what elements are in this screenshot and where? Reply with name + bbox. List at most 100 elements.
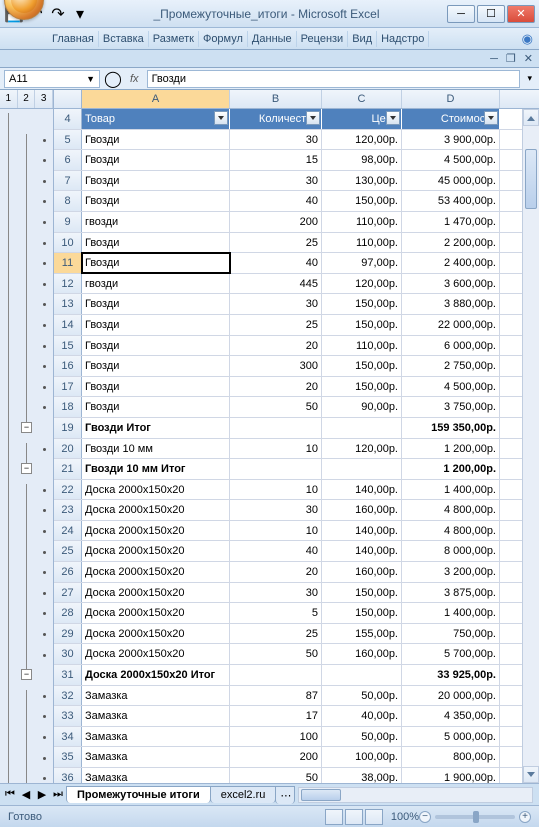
cell[interactable]: Гвозди — [82, 150, 230, 170]
outline-collapse-button[interactable]: − — [21, 669, 32, 680]
cell[interactable]: Гвозди — [82, 191, 230, 211]
cell[interactable]: 159 350,00р. — [402, 418, 500, 438]
cell[interactable]: 25 — [230, 233, 322, 253]
horizontal-scrollbar[interactable] — [298, 787, 533, 803]
tab-formulas[interactable]: Формул — [199, 31, 248, 47]
cell[interactable]: 87 — [230, 686, 322, 706]
row-header[interactable]: 15 — [54, 336, 82, 356]
view-normal-button[interactable] — [325, 809, 343, 825]
cell[interactable]: Гвозди — [82, 233, 230, 253]
row-header[interactable]: 32 — [54, 686, 82, 706]
cell[interactable]: 150,00р. — [322, 603, 402, 623]
select-all-corner[interactable] — [54, 90, 82, 108]
row-header[interactable]: 4 — [54, 109, 82, 129]
vertical-scrollbar[interactable] — [522, 109, 539, 783]
cell[interactable]: 90,00р. — [322, 397, 402, 417]
row-header[interactable]: 29 — [54, 624, 82, 644]
cell[interactable]: Доска 2000х150х20 — [82, 500, 230, 520]
cell[interactable] — [322, 665, 402, 685]
cell[interactable]: 97,00р. — [322, 253, 402, 273]
col-header-d[interactable]: D — [402, 90, 500, 108]
cell[interactable] — [230, 665, 322, 685]
cell[interactable]: 38,00р. — [322, 768, 402, 783]
cell[interactable]: 98,00р. — [322, 150, 402, 170]
cell[interactable]: 150,00р. — [322, 356, 402, 376]
cell[interactable]: Гвозди — [82, 377, 230, 397]
row-header[interactable]: 5 — [54, 130, 82, 150]
cell[interactable]: 140,00р. — [322, 541, 402, 561]
cell[interactable]: 2 750,00р. — [402, 356, 500, 376]
cell[interactable]: 445 — [230, 274, 322, 294]
cell[interactable]: 150,00р. — [322, 191, 402, 211]
view-layout-button[interactable] — [345, 809, 363, 825]
row-header[interactable]: 19 — [54, 418, 82, 438]
tab-review[interactable]: Рецензи — [297, 31, 349, 47]
cell[interactable]: 160,00р. — [322, 562, 402, 582]
row-header[interactable]: 23 — [54, 500, 82, 520]
cell[interactable]: 10 — [230, 480, 322, 500]
cell[interactable]: 33 925,00р. — [402, 665, 500, 685]
filter-button[interactable] — [214, 111, 228, 125]
zoom-handle[interactable] — [473, 811, 479, 823]
row-header[interactable]: 11 — [54, 253, 82, 273]
cell[interactable]: 5 000,00р. — [402, 727, 500, 747]
cell[interactable]: 200 — [230, 747, 322, 767]
cell[interactable]: 40,00р. — [322, 706, 402, 726]
zoom-in-button[interactable]: + — [519, 811, 531, 823]
cell[interactable]: 10 — [230, 439, 322, 459]
row-header[interactable]: 14 — [54, 315, 82, 335]
cell[interactable]: 5 — [230, 603, 322, 623]
cell[interactable]: Доска 2000х150х20 — [82, 644, 230, 664]
minimize-button[interactable]: ─ — [447, 5, 475, 23]
row-header[interactable]: 36 — [54, 768, 82, 783]
cell[interactable]: 150,00р. — [322, 377, 402, 397]
tab-layout[interactable]: Разметк — [149, 31, 199, 47]
cell[interactable]: 15 — [230, 150, 322, 170]
cell[interactable]: гвозди — [82, 274, 230, 294]
cell[interactable]: Замазка — [82, 727, 230, 747]
filter-button[interactable] — [386, 111, 400, 125]
col-header-a[interactable]: A — [82, 90, 230, 108]
cell[interactable]: 40 — [230, 253, 322, 273]
doc-restore-icon[interactable]: ❐ — [506, 52, 516, 65]
cell[interactable]: 160,00р. — [322, 644, 402, 664]
cell[interactable]: Гвозди — [82, 336, 230, 356]
row-header[interactable]: 12 — [54, 274, 82, 294]
cell[interactable]: 50 — [230, 768, 322, 783]
maximize-button[interactable]: ☐ — [477, 5, 505, 23]
cell[interactable]: Доска 2000х150х20 — [82, 541, 230, 561]
row-header[interactable]: 31 — [54, 665, 82, 685]
cell[interactable] — [230, 459, 322, 479]
cell[interactable]: 110,00р. — [322, 336, 402, 356]
cell[interactable]: 50,00р. — [322, 727, 402, 747]
cell[interactable]: 1 400,00р. — [402, 480, 500, 500]
cell[interactable]: 20 — [230, 562, 322, 582]
row-header[interactable]: 20 — [54, 439, 82, 459]
cell[interactable]: 2 400,00р. — [402, 253, 500, 273]
cell[interactable]: 3 750,00р. — [402, 397, 500, 417]
cell[interactable]: 50,00р. — [322, 686, 402, 706]
cell[interactable]: 3 200,00р. — [402, 562, 500, 582]
cell[interactable]: Гвозди — [82, 294, 230, 314]
tab-view[interactable]: Вид — [348, 31, 377, 47]
cell[interactable]: 30 — [230, 294, 322, 314]
outline-collapse-button[interactable]: − — [21, 463, 32, 474]
cell[interactable]: 4 350,00р. — [402, 706, 500, 726]
cell[interactable] — [322, 418, 402, 438]
cell[interactable]: Доска 2000х150х20 — [82, 521, 230, 541]
cell[interactable]: 45 000,00р. — [402, 171, 500, 191]
row-header[interactable]: 8 — [54, 191, 82, 211]
formula-bar[interactable]: Гвозди — [147, 70, 521, 88]
cell[interactable]: Гвозди 10 мм Итог — [82, 459, 230, 479]
cell[interactable]: 120,00р. — [322, 130, 402, 150]
fx-icon[interactable]: fx — [126, 73, 143, 85]
help-icon[interactable]: ◉ — [522, 31, 533, 47]
cell[interactable]: 4 500,00р. — [402, 377, 500, 397]
cell[interactable]: 4 800,00р. — [402, 500, 500, 520]
cell[interactable]: 50 — [230, 397, 322, 417]
scroll-down-icon[interactable] — [523, 766, 539, 783]
cell[interactable]: 53 400,00р. — [402, 191, 500, 211]
row-header[interactable]: 27 — [54, 583, 82, 603]
outline-level-1[interactable]: 1 — [0, 90, 18, 108]
cell[interactable]: 150,00р. — [322, 294, 402, 314]
